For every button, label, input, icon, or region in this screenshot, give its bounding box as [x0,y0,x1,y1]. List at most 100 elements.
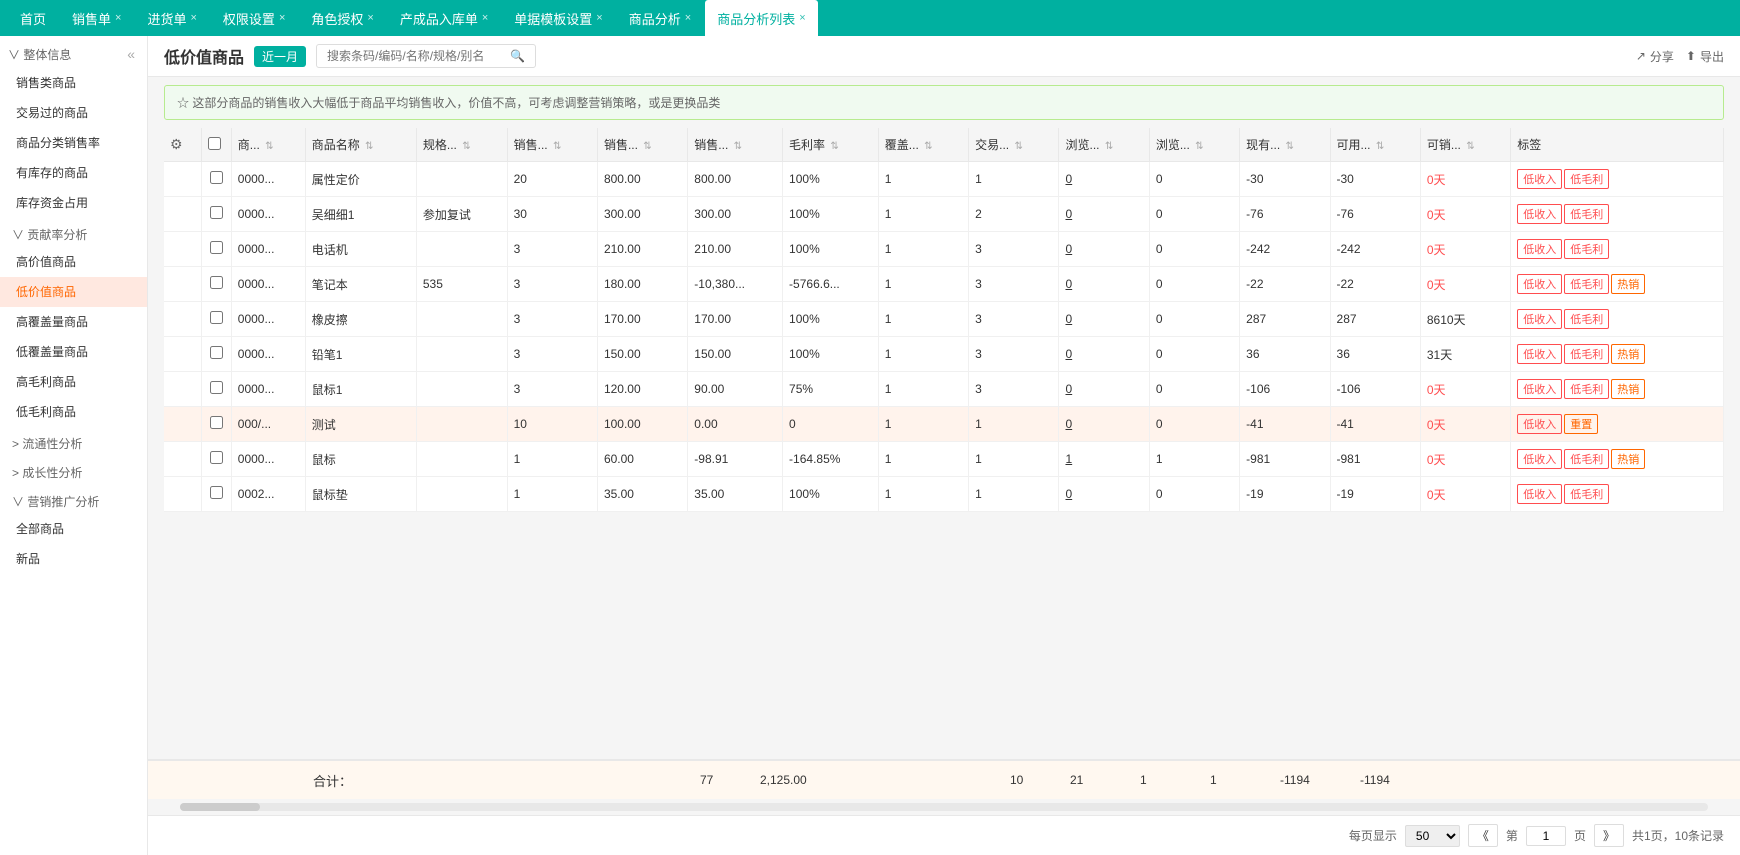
sidebar-item-low-coverage[interactable]: 低覆盖量商品 [0,337,147,367]
col-current-stock[interactable]: 现有... ⇅ [1240,128,1330,162]
page-number-input[interactable] [1526,826,1566,846]
col-available[interactable]: 可用... ⇅ [1330,128,1420,162]
cell-views1[interactable]: 0 [1059,407,1149,442]
cell-checkbox[interactable] [201,442,231,477]
col-settings[interactable]: ⚙ [164,128,201,162]
cell-views1[interactable]: 0 [1059,372,1149,407]
sidebar-item-high-coverage[interactable]: 高覆盖量商品 [0,307,147,337]
first-page-btn[interactable]: 《 [1468,824,1498,847]
per-page-select[interactable]: 50 20 100 [1405,825,1460,847]
nav-close-perms[interactable]: × [279,12,285,24]
cell-checkbox[interactable] [201,477,231,512]
nav-close-product-stock[interactable]: × [482,12,488,24]
col-transaction[interactable]: 交易... ⇅ [969,128,1059,162]
cell-checkbox[interactable] [201,267,231,302]
cell-views1[interactable]: 0 [1059,197,1149,232]
cell-checkbox[interactable] [201,407,231,442]
row-checkbox-5[interactable] [210,346,223,359]
nav-sales-order[interactable]: 销售单 × [60,0,133,36]
sidebar-group-growth[interactable]: > 成长性分析 [0,456,147,485]
cell-views1[interactable]: 0 [1059,302,1149,337]
select-all-checkbox[interactable] [208,137,221,150]
cell-views1[interactable]: 0 [1059,337,1149,372]
nav-close-roles[interactable]: × [367,12,373,24]
scroll-thumb[interactable] [180,803,260,811]
sidebar-item-category-sales-rate[interactable]: 商品分类销售率 [0,128,147,158]
sidebar-item-high-margin[interactable]: 高毛利商品 [0,367,147,397]
sidebar-group-contribution[interactable]: ∨ 贡献率分析 [0,218,147,247]
last-page-btn[interactable]: 》 [1594,824,1624,847]
cell-views1[interactable]: 1 [1059,442,1149,477]
cell-checkbox[interactable] [201,337,231,372]
col-sales-amount[interactable]: 销售... ⇅ [688,128,783,162]
sidebar-collapse-btn[interactable]: « [123,44,139,64]
sidebar-group-circulation[interactable]: > 流通性分析 [0,427,147,456]
col-views1[interactable]: 浏览... ⇅ [1059,128,1149,162]
col-spec[interactable]: 规格... ⇅ [416,128,507,162]
nav-product-stock[interactable]: 产成品入库单 × [388,0,500,36]
sidebar-item-new-products[interactable]: 新品 [0,544,147,574]
cell-checkbox[interactable] [201,162,231,197]
sidebar-item-traded-products[interactable]: 交易过的商品 [0,98,147,128]
cell-checkbox[interactable] [201,302,231,337]
share-button[interactable]: ↗ 分享 [1636,48,1674,65]
time-badge[interactable]: 近一月 [254,46,306,67]
sidebar-item-stock-capital[interactable]: 库存资金占用 [0,188,147,218]
nav-permissions[interactable]: 权限设置 × [211,0,297,36]
nav-purchase-order[interactable]: 进货单 × [135,0,208,36]
sidebar-item-with-stock[interactable]: 有库存的商品 [0,158,147,188]
col-name[interactable]: 商品名称 ⇅ [305,128,416,162]
cell-views1[interactable]: 0 [1059,267,1149,302]
export-button[interactable]: ⬆ 导出 [1686,48,1724,65]
nav-close-sales[interactable]: × [115,12,121,24]
tag-低毛利: 低毛利 [1564,169,1609,189]
row-checkbox-8[interactable] [210,451,223,464]
sidebar-item-low-value[interactable]: 低价值商品 [0,277,147,307]
col-gross-margin[interactable]: 毛利率 ⇅ [783,128,879,162]
row-checkbox-3[interactable] [210,276,223,289]
cell-views1[interactable]: 0 [1059,477,1149,512]
sidebar-item-sales-products[interactable]: 销售类商品 [0,68,147,98]
col-sellable[interactable]: 可销... ⇅ [1420,128,1510,162]
search-input[interactable] [327,49,504,63]
sidebar-group-overall[interactable]: ∨ 整体信息 [8,46,71,63]
cell-views1[interactable]: 0 [1059,232,1149,267]
sidebar-item-low-margin[interactable]: 低毛利商品 [0,397,147,427]
row-checkbox-2[interactable] [210,241,223,254]
col-sales-qty[interactable]: 销售... ⇅ [507,128,597,162]
cell-checkbox[interactable] [201,197,231,232]
nav-product-analysis[interactable]: 商品分析 × [617,0,703,36]
cell-checkbox[interactable] [201,372,231,407]
cell-sales-price: 35.00 [597,477,687,512]
sidebar-item-all-products[interactable]: 全部商品 [0,514,147,544]
tag-低收入: 低收入 [1517,449,1562,469]
cell-tags: 低收入低毛利热销 [1511,337,1724,372]
cell-sellable-days: 31天 [1420,337,1510,372]
nav-home[interactable]: 首页 [8,0,58,36]
cell-views2: 0 [1149,162,1239,197]
nav-roles[interactable]: 角色授权 × [299,0,385,36]
row-checkbox-6[interactable] [210,381,223,394]
cell-checkbox[interactable] [201,232,231,267]
row-checkbox-1[interactable] [210,206,223,219]
sidebar-item-high-value[interactable]: 高价值商品 [0,247,147,277]
horizontal-scrollbar[interactable] [180,803,1708,811]
nav-close-analysis-list[interactable]: × [799,12,805,24]
nav-template[interactable]: 单据模板设置 × [502,0,614,36]
col-sales-price[interactable]: 销售... ⇅ [597,128,687,162]
nav-product-analysis-list[interactable]: 商品分析列表 × [705,0,817,36]
row-checkbox-4[interactable] [210,311,223,324]
nav-close-analysis[interactable]: × [685,12,691,24]
sidebar-group-marketing[interactable]: ∨ 营销推广分析 [0,485,147,514]
nav-close-purchase[interactable]: × [190,12,196,24]
cell-coverage: 1 [878,337,968,372]
cell-views1[interactable]: 0 [1059,162,1149,197]
col-code[interactable]: 商... ⇅ [231,128,305,162]
col-coverage[interactable]: 覆盖... ⇅ [878,128,968,162]
search-icon[interactable]: 🔍 [510,49,525,63]
row-checkbox-9[interactable] [210,486,223,499]
row-checkbox-0[interactable] [210,171,223,184]
nav-close-template[interactable]: × [596,12,602,24]
row-checkbox-7[interactable] [210,416,223,429]
col-views2[interactable]: 浏览... ⇅ [1149,128,1239,162]
